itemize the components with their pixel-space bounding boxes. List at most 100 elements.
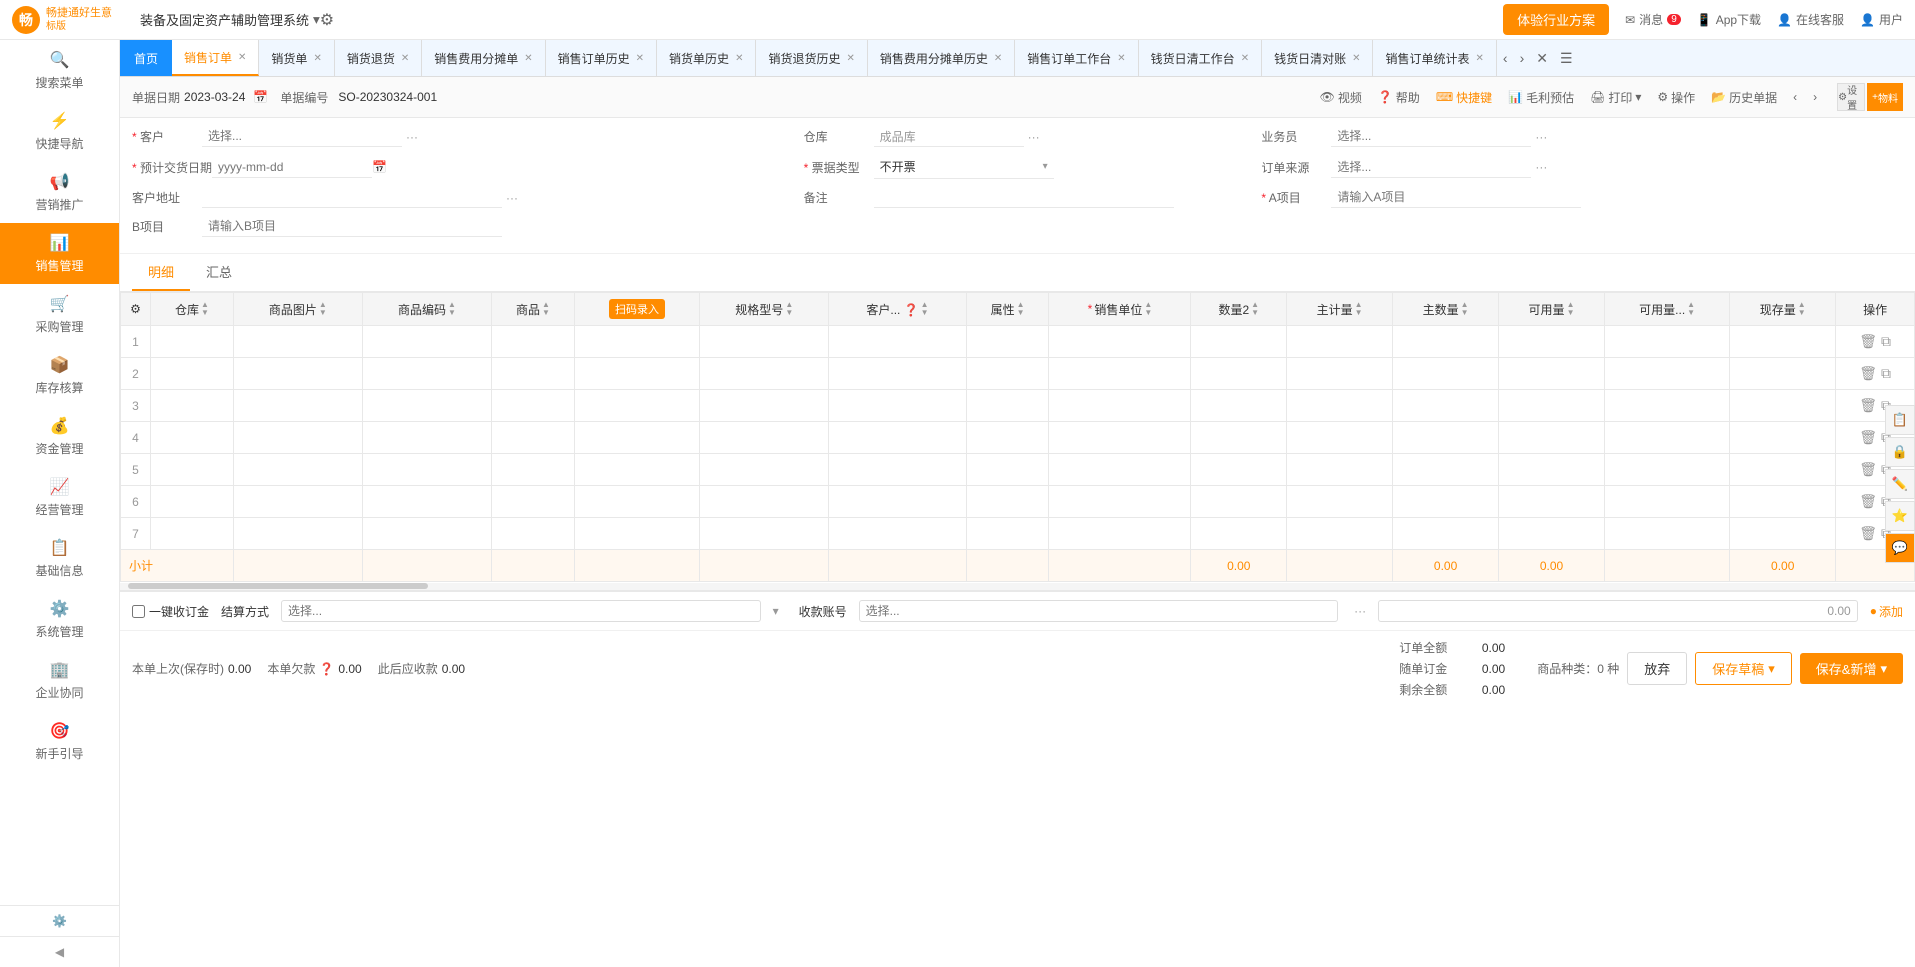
th-spec[interactable]: 规格型号▲▼ xyxy=(700,293,829,326)
industry-solution-btn[interactable]: 体验行业方案 xyxy=(1503,4,1609,35)
row-spec[interactable] xyxy=(700,326,829,358)
tab-sales-order[interactable]: 销售订单 ✕ xyxy=(172,40,259,76)
th-warehouse[interactable]: 仓库▲▼ xyxy=(151,293,234,326)
staff-input[interactable] xyxy=(1331,126,1531,147)
float-chat-btn[interactable]: 💬 xyxy=(1885,533,1915,563)
row-delete-btn[interactable]: 🗑 xyxy=(1859,333,1877,350)
th-available[interactable]: 可用量▲▼ xyxy=(1499,293,1605,326)
operation-btn[interactable]: ⚙ 操作 xyxy=(1653,87,1699,108)
th-settings[interactable]: ⚙ xyxy=(121,293,151,326)
tab-close-order-workbench[interactable]: ✕ xyxy=(1117,53,1125,64)
add-payment-btn[interactable]: ● 添加 xyxy=(1870,603,1903,620)
tab-menu-btn[interactable]: ☰ xyxy=(1554,40,1579,76)
b-project-input[interactable] xyxy=(202,216,502,237)
th-attribute[interactable]: 属性▲▼ xyxy=(966,293,1049,326)
th-image[interactable]: 商品图片▲▼ xyxy=(233,293,362,326)
tab-daily-account[interactable]: 钱货日清对账 ✕ xyxy=(1262,40,1373,76)
a-project-input[interactable] xyxy=(1331,187,1581,208)
row-delete-btn[interactable]: 🗑 xyxy=(1859,365,1877,382)
tab-close-sales-expense[interactable]: ✕ xyxy=(524,53,532,64)
system-settings-icon[interactable]: ⚙ xyxy=(320,10,334,30)
one-key-checkbox[interactable] xyxy=(132,605,145,618)
sidebar-item-enterprise[interactable]: 🏢 企业协同 xyxy=(0,650,119,711)
row-warehouse[interactable] xyxy=(151,326,234,358)
tab-prev-btn[interactable]: ‹ xyxy=(1497,40,1514,76)
tab-goods-history[interactable]: 销货单历史 ✕ xyxy=(657,40,756,76)
th-available2[interactable]: 可用量...▲▼ xyxy=(1605,293,1730,326)
sidebar-item-search[interactable]: 🔍 搜索菜单 xyxy=(0,40,119,101)
sidebar-item-purchase[interactable]: 🛒 采购管理 xyxy=(0,284,119,345)
table-scroll-bar[interactable] xyxy=(120,583,1915,591)
warehouse-input[interactable] xyxy=(874,126,1024,147)
sidebar-item-sales[interactable]: 📊 销售管理 xyxy=(0,223,119,284)
customer-more-btn[interactable]: ··· xyxy=(406,130,418,144)
tab-close-daily-account[interactable]: ✕ xyxy=(1352,53,1360,64)
th-main-unit[interactable]: 主计量▲▼ xyxy=(1287,293,1393,326)
row-main-qty[interactable] xyxy=(1393,326,1499,358)
row-delete-btn[interactable]: 🗑 xyxy=(1859,525,1877,542)
float-edit-btn[interactable]: ✏️ xyxy=(1885,469,1915,499)
delivery-date-input[interactable] xyxy=(212,157,372,178)
tab-close-expense-history[interactable]: ✕ xyxy=(994,53,1002,64)
save-new-dropdown-icon[interactable]: ▾ xyxy=(1880,661,1887,677)
print-dropdown-icon[interactable]: ▾ xyxy=(1635,90,1641,104)
tab-close-all-btn[interactable]: ✕ xyxy=(1530,40,1554,76)
th-current[interactable]: 现存量▲▼ xyxy=(1730,293,1836,326)
tab-sales-expense[interactable]: 销售费用分摊单 ✕ xyxy=(422,40,545,76)
tab-order-workbench[interactable]: 销售订单工作台 ✕ xyxy=(1015,40,1138,76)
detail-tab-detail[interactable]: 明细 xyxy=(132,254,190,291)
row-main-unit[interactable] xyxy=(1287,326,1393,358)
row-copy-btn[interactable]: ⧉ xyxy=(1881,365,1891,382)
nav-prev-btn[interactable]: ‹ xyxy=(1789,88,1801,106)
th-qty2[interactable]: 数量2▲▼ xyxy=(1191,293,1287,326)
sidebar-item-inventory[interactable]: 📦 库存核算 xyxy=(0,345,119,406)
account-input[interactable] xyxy=(859,600,1339,622)
settings-float-btn[interactable]: ⚙ 设置 xyxy=(1837,83,1865,111)
sidebar-item-basic[interactable]: 📋 基础信息 xyxy=(0,528,119,589)
warehouse-more-btn[interactable]: ··· xyxy=(1028,130,1040,144)
row-delete-btn[interactable]: 🗑 xyxy=(1859,493,1877,510)
row-copy-btn[interactable]: ⧉ xyxy=(1881,333,1891,350)
th-product[interactable]: 商品▲▼ xyxy=(492,293,575,326)
row-available2[interactable] xyxy=(1605,326,1730,358)
tab-close-order-history[interactable]: ✕ xyxy=(636,53,644,64)
sidebar-item-finance[interactable]: 💰 资金管理 xyxy=(0,406,119,467)
row-delete-btn[interactable]: 🗑 xyxy=(1859,429,1877,446)
system-dropdown-btn[interactable]: ▾ xyxy=(313,12,320,28)
save-draft-dropdown-icon[interactable]: ▾ xyxy=(1768,661,1775,677)
sidebar-item-guide[interactable]: 🎯 新手引导 xyxy=(0,711,119,772)
float-lock-btn[interactable]: 🔒 xyxy=(1885,437,1915,467)
table-scroll-thumb[interactable] xyxy=(128,583,428,589)
history-btn[interactable]: 📂 历史单据 xyxy=(1707,87,1781,108)
order-source-input[interactable] xyxy=(1331,157,1531,178)
online-service-action[interactable]: 👤 在线客服 xyxy=(1777,11,1844,28)
help-btn[interactable]: ❓ 帮助 xyxy=(1374,87,1424,108)
profit-btn[interactable]: 📊 毛利预估 xyxy=(1504,87,1578,108)
row-image[interactable] xyxy=(233,326,362,358)
remark-input[interactable] xyxy=(874,187,1174,208)
account-more-btn[interactable]: ··· xyxy=(1354,604,1366,618)
sidebar-item-system[interactable]: ⚙️ 系统管理 xyxy=(0,589,119,650)
float-star-btn[interactable]: ⭐ xyxy=(1885,501,1915,531)
staff-more-btn[interactable]: ··· xyxy=(1535,130,1547,144)
app-download-action[interactable]: 📱 App下载 xyxy=(1697,11,1761,28)
shortcut-btn[interactable]: ⌨ 快捷键 xyxy=(1432,87,1496,108)
customer-input[interactable] xyxy=(202,126,402,147)
tab-sales-stats[interactable]: 销售订单统计表 ✕ xyxy=(1373,40,1496,76)
detail-tab-summary[interactable]: 汇总 xyxy=(190,254,248,291)
delivery-calendar-icon[interactable]: 📅 xyxy=(372,160,387,174)
row-product[interactable] xyxy=(492,326,575,358)
sidebar-item-operation[interactable]: 📈 经营管理 xyxy=(0,467,119,528)
row-customer-code[interactable] xyxy=(829,326,966,358)
row-available[interactable] xyxy=(1499,326,1605,358)
settle-input[interactable] xyxy=(281,600,761,622)
tab-close-sales-stats[interactable]: ✕ xyxy=(1476,53,1484,64)
tab-close-daily-workbench[interactable]: ✕ xyxy=(1241,53,1249,64)
row-delete-btn[interactable]: 🗑 xyxy=(1859,397,1877,414)
tab-close-sales-return[interactable]: ✕ xyxy=(401,53,409,64)
row-attribute[interactable] xyxy=(966,326,1049,358)
calendar-icon[interactable]: 📅 xyxy=(253,90,268,104)
tab-home[interactable]: 首页 xyxy=(120,40,172,76)
print-btn[interactable]: 🖨 打印 ▾ xyxy=(1586,87,1645,108)
float-clipboard-btn[interactable]: 📋 xyxy=(1885,405,1915,435)
